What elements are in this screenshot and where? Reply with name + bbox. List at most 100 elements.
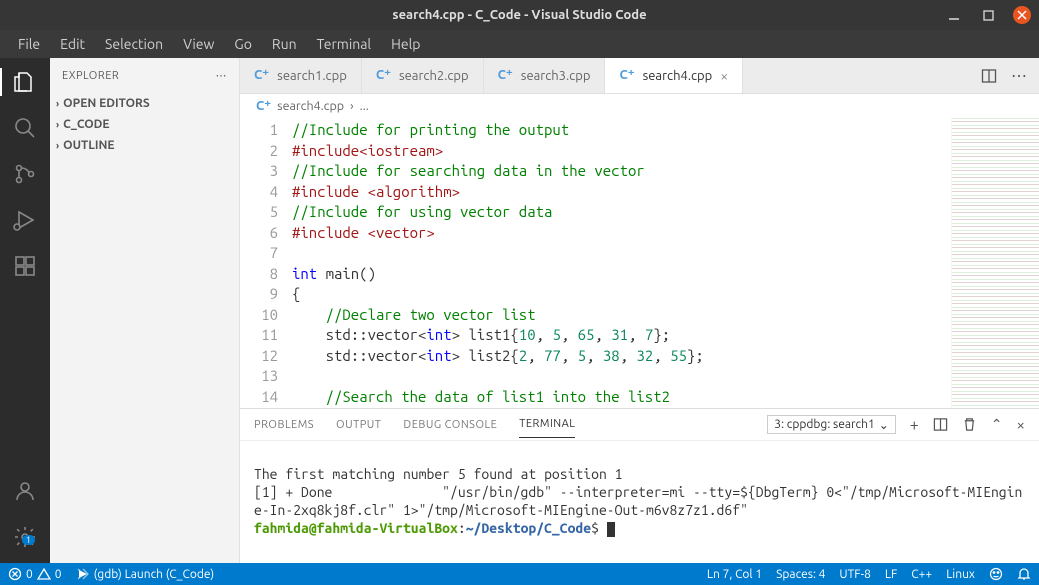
titlebar: search4.cpp - C_Code - Visual Studio Cod… xyxy=(0,0,1039,30)
gear-badge: 1 xyxy=(22,535,35,545)
breadcrumb-separator: › xyxy=(350,99,354,113)
bottom-panel: PROBLEMS OUTPUT DEBUG CONSOLE TERMINAL 3: cp… xyxy=(240,408,1039,563)
tab-search4-cpp[interactable]: C⁺ search4.cpp × xyxy=(605,58,743,93)
minimize-button[interactable] xyxy=(945,6,963,24)
tab-label: search3.cpp xyxy=(521,69,591,83)
source-control-icon[interactable] xyxy=(11,160,39,188)
cpp-file-icon: C⁺ xyxy=(498,68,513,83)
close-panel-icon[interactable]: × xyxy=(1017,416,1025,433)
code-line-9[interactable]: { xyxy=(292,284,1039,305)
menu-selection[interactable]: Selection xyxy=(97,34,171,54)
terminal-prompt-sep: : xyxy=(458,520,466,536)
line-number-gutter: 1234567891011121314 xyxy=(240,118,292,408)
more-actions-icon[interactable]: ⋯ xyxy=(1011,66,1027,85)
status-launch[interactable]: (gdb) Launch (C_Code) xyxy=(76,567,215,581)
split-editor-icon[interactable] xyxy=(981,68,997,84)
close-icon[interactable]: × xyxy=(720,68,728,84)
terminal-output[interactable]: The first matching number 5 found at pos… xyxy=(240,441,1039,563)
code-line-8[interactable]: int main() xyxy=(292,264,1039,285)
cpp-file-icon: C⁺ xyxy=(256,99,271,114)
code-line-6[interactable]: #include <vector> xyxy=(292,223,1039,244)
sidebar-section-open-editors[interactable]: ›OPEN EDITORS xyxy=(50,93,239,114)
menu-help[interactable]: Help xyxy=(383,34,428,54)
tab-search1-cpp[interactable]: C⁺search1.cpp xyxy=(240,58,362,93)
terminal-line: The first matching number 5 found at pos… xyxy=(254,466,622,482)
panel-tabs: PROBLEMS OUTPUT DEBUG CONSOLE TERMINAL 3: cp… xyxy=(240,409,1039,441)
code-line-3[interactable]: //Include for searching data in the vect… xyxy=(292,161,1039,182)
breadcrumb-rest: ... xyxy=(360,99,369,113)
terminal-selector[interactable]: 3: cppdbg: search1 ⌄ xyxy=(767,415,895,434)
status-line-col[interactable]: Ln 7, Col 1 xyxy=(707,567,762,581)
code-line-11[interactable]: std::vector<int> list1{10, 5, 65, 31, 7}… xyxy=(292,325,1039,346)
maximize-panel-icon[interactable]: ⌃ xyxy=(991,416,1003,433)
cpp-file-icon: C⁺ xyxy=(254,68,269,83)
menu-terminal[interactable]: Terminal xyxy=(309,34,380,54)
settings-gear-icon[interactable]: 1 xyxy=(11,523,39,551)
window-title: search4.cpp - C_Code - Visual Studio Cod… xyxy=(392,8,646,22)
terminal-cursor xyxy=(607,522,615,537)
explorer-icon[interactable] xyxy=(11,68,39,96)
breadcrumb[interactable]: C⁺ search4.cpp › ... xyxy=(240,94,1039,118)
code-line-10[interactable]: //Declare two vector list xyxy=(292,305,1039,326)
status-feedback-icon[interactable] xyxy=(989,567,1003,581)
code-line-14[interactable]: //Search the data of list1 into the list… xyxy=(292,387,1039,408)
run-debug-icon[interactable] xyxy=(11,206,39,234)
status-encoding[interactable]: UTF-8 xyxy=(839,567,870,581)
code-line-12[interactable]: std::vector<int> list2{2, 77, 5, 38, 32,… xyxy=(292,346,1039,367)
sidebar-section-c-code[interactable]: ›C_CODE xyxy=(50,114,239,135)
sidebar-more-icon[interactable]: ⋯ xyxy=(216,69,228,82)
close-button[interactable] xyxy=(1013,6,1031,24)
status-bar: 0 0 (gdb) Launch (C_Code) Ln 7, Col 1 Sp… xyxy=(0,563,1039,585)
sidebar-section-outline[interactable]: ›OUTLINE xyxy=(50,135,239,156)
status-bell-icon[interactable] xyxy=(1017,567,1031,581)
split-terminal-icon[interactable] xyxy=(933,417,948,432)
search-icon[interactable] xyxy=(11,114,39,142)
panel-tab-debug-console[interactable]: DEBUG CONSOLE xyxy=(403,412,497,438)
maximize-button[interactable] xyxy=(979,6,997,24)
minimap[interactable] xyxy=(951,118,1039,408)
code-line-2[interactable]: #include<iostream> xyxy=(292,141,1039,162)
account-icon[interactable] xyxy=(11,477,39,505)
terminal-prompt-path: ~/Desktop/C_Code xyxy=(466,520,591,536)
editor-tabs: C⁺search1.cppC⁺search2.cppC⁺search3.cppC… xyxy=(240,58,1039,94)
code-line-4[interactable]: #include <algorithm> xyxy=(292,182,1039,203)
menu-file[interactable]: File xyxy=(10,34,48,54)
panel-tab-problems[interactable]: PROBLEMS xyxy=(254,412,314,438)
menubar: FileEditSelectionViewGoRunTerminalHelp xyxy=(0,30,1039,58)
cpp-file-icon: C⁺ xyxy=(376,68,391,83)
code-content[interactable]: //Include for printing the output#includ… xyxy=(292,118,1039,408)
chevron-right-icon: › xyxy=(56,119,59,130)
sidebar-title: EXPLORER xyxy=(62,70,119,82)
tab-label: search4.cpp xyxy=(643,69,713,83)
activity-bar: 1 xyxy=(0,58,50,563)
chevron-right-icon: › xyxy=(56,140,59,151)
status-spaces[interactable]: Spaces: 4 xyxy=(776,567,825,581)
extensions-icon[interactable] xyxy=(11,252,39,280)
tab-search3-cpp[interactable]: C⁺ search3.cpp xyxy=(484,58,606,93)
status-eol[interactable]: LF xyxy=(885,567,897,581)
window-controls xyxy=(945,6,1031,24)
code-line-7[interactable] xyxy=(292,243,1039,264)
explorer-sidebar: EXPLORER ⋯ ›OPEN EDITORS›C_CODE›OUTLINE xyxy=(50,58,240,563)
status-os[interactable]: Linux xyxy=(946,567,975,581)
terminal-prompt-end: $ xyxy=(591,520,599,536)
kill-terminal-icon[interactable] xyxy=(962,417,977,432)
tab-label: search2.cpp xyxy=(399,69,469,83)
new-terminal-icon[interactable]: + xyxy=(910,416,919,434)
menu-edit[interactable]: Edit xyxy=(52,34,93,54)
menu-view[interactable]: View xyxy=(175,34,222,54)
status-problems[interactable]: 0 0 xyxy=(8,567,62,581)
cpp-file-icon: C⁺ xyxy=(619,68,634,83)
chevron-right-icon: › xyxy=(56,98,59,109)
panel-tab-terminal[interactable]: TERMINAL xyxy=(519,411,575,438)
tab-search2-cpp[interactable]: C⁺ search2.cpp xyxy=(362,58,484,93)
menu-run[interactable]: Run xyxy=(264,34,305,54)
panel-tab-output[interactable]: OUTPUT xyxy=(336,412,381,438)
status-language[interactable]: C++ xyxy=(911,567,932,581)
code-line-1[interactable]: //Include for printing the output xyxy=(292,120,1039,141)
code-line-13[interactable] xyxy=(292,366,1039,387)
menu-go[interactable]: Go xyxy=(226,34,259,54)
terminal-line: [1] + Done "/usr/bin/gdb" --interpreter=… xyxy=(254,484,1022,518)
code-editor[interactable]: 1234567891011121314 //Include for printi… xyxy=(240,118,1039,408)
code-line-5[interactable]: //Include for using vector data xyxy=(292,202,1039,223)
